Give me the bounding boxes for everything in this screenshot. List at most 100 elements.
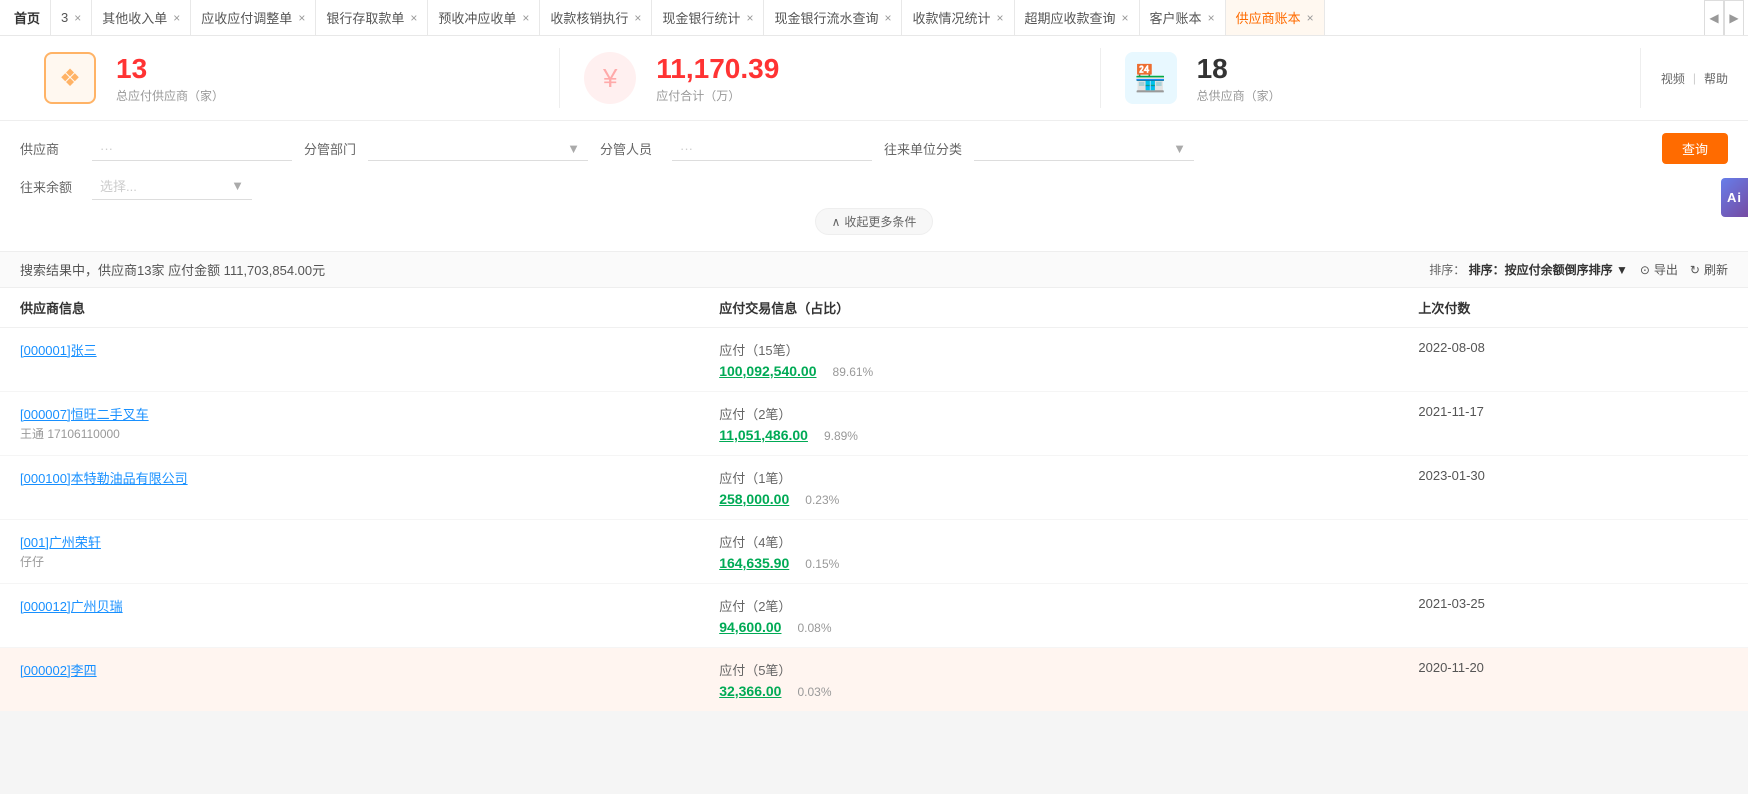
filter-row-1: 供应商 ··· 分管部门 ▼ 分管人员 ··· 往来单位分类 ▼ 查询 xyxy=(20,133,1728,164)
nav-tab-customer-ledger[interactable]: 客户账本 × xyxy=(1140,0,1226,36)
data-table-container: 供应商信息 应付交易信息（占比） 上次付数 [000001]张三应付（15笔）1… xyxy=(0,288,1748,712)
tx-amount[interactable]: 164,635.90 xyxy=(719,555,789,571)
supplier-info-cell: [000002]李四 xyxy=(0,648,699,712)
dept-filter-select[interactable]: ▼ xyxy=(368,137,588,161)
balance-filter-select[interactable]: 选择... ▼ xyxy=(92,172,252,200)
tx-amount-row: 11,051,486.009.89% xyxy=(719,427,1378,443)
nav-tab-overdue-ar[interactable]: 超期应收款查询 × xyxy=(1015,0,1140,36)
supplier-ap-icon-shape xyxy=(44,52,96,104)
close-icon[interactable]: × xyxy=(298,11,305,25)
refresh-label: 刷新 xyxy=(1704,261,1728,278)
result-summary: 搜索结果中，供应商13家 应付金额 111,703,854.00元 xyxy=(20,260,325,279)
nav-tab-cash-bank-stat-label: 现金银行统计 xyxy=(662,8,740,27)
close-icon[interactable]: × xyxy=(522,11,529,25)
nav-tab-ar-ap-adjust[interactable]: 应收应付调整单 × xyxy=(191,0,316,36)
close-icon[interactable]: × xyxy=(1307,11,1314,25)
help-link[interactable]: 帮助 xyxy=(1704,70,1728,87)
tx-amount[interactable]: 94,600.00 xyxy=(719,619,781,635)
supplier-link[interactable]: [000012]广州贝瑞 xyxy=(20,599,123,614)
nav-tab-advance-ar[interactable]: 预收冲应收单 × xyxy=(428,0,540,36)
person-filter-input[interactable]: ··· xyxy=(672,137,872,161)
collapse-button[interactable]: ∧ 收起更多条件 xyxy=(815,208,934,235)
nav-arrows: ◀ ▶ xyxy=(1704,0,1744,36)
nav-tab-supplier-ledger-label: 供应商账本 xyxy=(1236,8,1301,27)
supplier-table: 供应商信息 应付交易信息（占比） 上次付数 [000001]张三应付（15笔）1… xyxy=(0,288,1748,712)
table-row: [000100]本特勒油品有限公司应付（1笔）258,000.000.23%20… xyxy=(0,456,1748,520)
nav-tab-bank-deposit[interactable]: 银行存取款单 × xyxy=(316,0,428,36)
supplier-link[interactable]: [000100]本特勒油品有限公司 xyxy=(20,471,188,486)
video-link[interactable]: 视频 xyxy=(1661,70,1685,87)
stat-ap-total-number: 11,170.39 xyxy=(656,52,1079,86)
stat-ap-total: ¥ 11,170.39 应付合计（万） xyxy=(560,48,1100,108)
category-filter-select[interactable]: ▼ xyxy=(974,137,1194,161)
table-row: [001]广州荣轩仔仔应付（4笔）164,635.900.15% xyxy=(0,520,1748,584)
tx-info-cell: 应付（1笔）258,000.000.23% xyxy=(699,456,1398,520)
chevron-down-icon: ▼ xyxy=(567,141,580,156)
tx-info-cell: 应付（2笔）94,600.000.08% xyxy=(699,584,1398,648)
nav-next-button[interactable]: ▶ xyxy=(1724,0,1744,36)
nav-prev-button[interactable]: ◀ xyxy=(1704,0,1724,36)
tx-amount[interactable]: 100,092,540.00 xyxy=(719,363,816,379)
nav-tab-receipt-verify-label: 收款核销执行 xyxy=(550,8,628,27)
ap-total-icon: ¥ xyxy=(580,48,640,108)
result-bar-right: 排序： 排序：按应付余额倒序排序 ▼ ⊙ 导出 ↻ 刷新 xyxy=(1429,261,1728,278)
person-filter-label: 分管人员 xyxy=(600,139,660,158)
nav-tab-supplier-ledger[interactable]: 供应商账本 × xyxy=(1226,0,1325,36)
supplier-input-dots: ··· xyxy=(100,141,113,156)
balance-filter-label: 往来余额 xyxy=(20,177,80,196)
close-icon[interactable]: × xyxy=(173,11,180,25)
tx-amount[interactable]: 258,000.00 xyxy=(719,491,789,507)
nav-tab-receipt-stat[interactable]: 收款情况统计 × xyxy=(902,0,1014,36)
last-pay-cell: 2021-11-17 xyxy=(1398,392,1748,456)
tx-amount[interactable]: 11,051,486.00 xyxy=(719,427,808,443)
nav-tab-home[interactable]: 首页 xyxy=(4,0,51,36)
nav-tab-home-label: 首页 xyxy=(14,8,40,27)
tx-amount-row: 100,092,540.0089.61% xyxy=(719,363,1378,379)
col-header-last-pay: 上次付数 xyxy=(1398,288,1748,328)
close-icon[interactable]: × xyxy=(74,11,81,25)
tx-info-cell: 应付（4笔）164,635.900.15% xyxy=(699,520,1398,584)
supplier-link[interactable]: [001]广州荣轩 xyxy=(20,535,101,550)
nav-tab-other-income[interactable]: 其他收入单 × xyxy=(92,0,191,36)
query-button[interactable]: 查询 xyxy=(1662,133,1728,164)
table-row: [000012]广州贝瑞应付（2笔）94,600.000.08%2021-03-… xyxy=(0,584,1748,648)
nav-tab-ar-ap-adjust-label: 应收应付调整单 xyxy=(201,8,292,27)
nav-tab-receipt-stat-label: 收款情况统计 xyxy=(912,8,990,27)
stat-total-suppliers-number: 18 xyxy=(1197,52,1620,86)
close-icon[interactable]: × xyxy=(1122,11,1129,25)
last-pay-cell xyxy=(1398,520,1748,584)
close-icon[interactable]: × xyxy=(746,11,753,25)
nav-tab-cash-bank-stat[interactable]: 现金银行统计 × xyxy=(652,0,764,36)
tx-pct: 0.03% xyxy=(797,685,831,699)
nav-tab-cash-flow-query[interactable]: 现金银行流水查询 × xyxy=(764,0,902,36)
supplier-link[interactable]: [000002]李四 xyxy=(20,663,97,678)
close-icon[interactable]: × xyxy=(410,11,417,25)
tx-amount[interactable]: 32,366.00 xyxy=(719,683,781,699)
sort-value[interactable]: 排序：按应付余额倒序排序 ▼ xyxy=(1469,263,1628,277)
close-icon[interactable]: × xyxy=(884,11,891,25)
tx-amount-row: 164,635.900.15% xyxy=(719,555,1378,571)
nav-tab-3[interactable]: 3 × xyxy=(51,0,92,36)
ai-badge[interactable]: Ai xyxy=(1721,178,1748,217)
nav-tab-advance-ar-label: 预收冲应收单 xyxy=(438,8,516,27)
close-icon[interactable]: × xyxy=(1208,11,1215,25)
top-navigation: 首页 3 × 其他收入单 × 应收应付调整单 × 银行存取款单 × 预收冲应收单… xyxy=(0,0,1748,36)
nav-tab-receipt-verify[interactable]: 收款核销执行 × xyxy=(540,0,652,36)
close-icon[interactable]: × xyxy=(634,11,641,25)
ap-total-icon-shape: ¥ xyxy=(584,52,636,104)
supplier-link[interactable]: [000001]张三 xyxy=(20,343,97,358)
tx-label: 应付（1笔） xyxy=(719,468,1378,487)
supplier-filter-label: 供应商 xyxy=(20,139,80,158)
close-icon[interactable]: × xyxy=(997,11,1004,25)
result-bar: 搜索结果中，供应商13家 应付金额 111,703,854.00元 排序： 排序… xyxy=(0,252,1748,288)
supplier-filter-input[interactable]: ··· xyxy=(92,137,292,161)
refresh-button[interactable]: ↻ 刷新 xyxy=(1690,261,1728,278)
nav-tab-other-income-label: 其他收入单 xyxy=(102,8,167,27)
person-input-dots: ··· xyxy=(680,141,693,156)
export-button[interactable]: ⊙ 导出 xyxy=(1640,261,1678,278)
total-suppliers-icon-shape: 🏪 xyxy=(1125,52,1177,104)
stat-total-suppliers-ap-content: 13 总应付供应商（家） xyxy=(116,52,539,105)
stat-total-suppliers: 🏪 18 总供应商（家） xyxy=(1101,48,1641,108)
sort-indicator: 排序： 排序：按应付余额倒序排序 ▼ xyxy=(1429,261,1628,278)
supplier-link[interactable]: [000007]恒旺二手叉车 xyxy=(20,407,149,422)
